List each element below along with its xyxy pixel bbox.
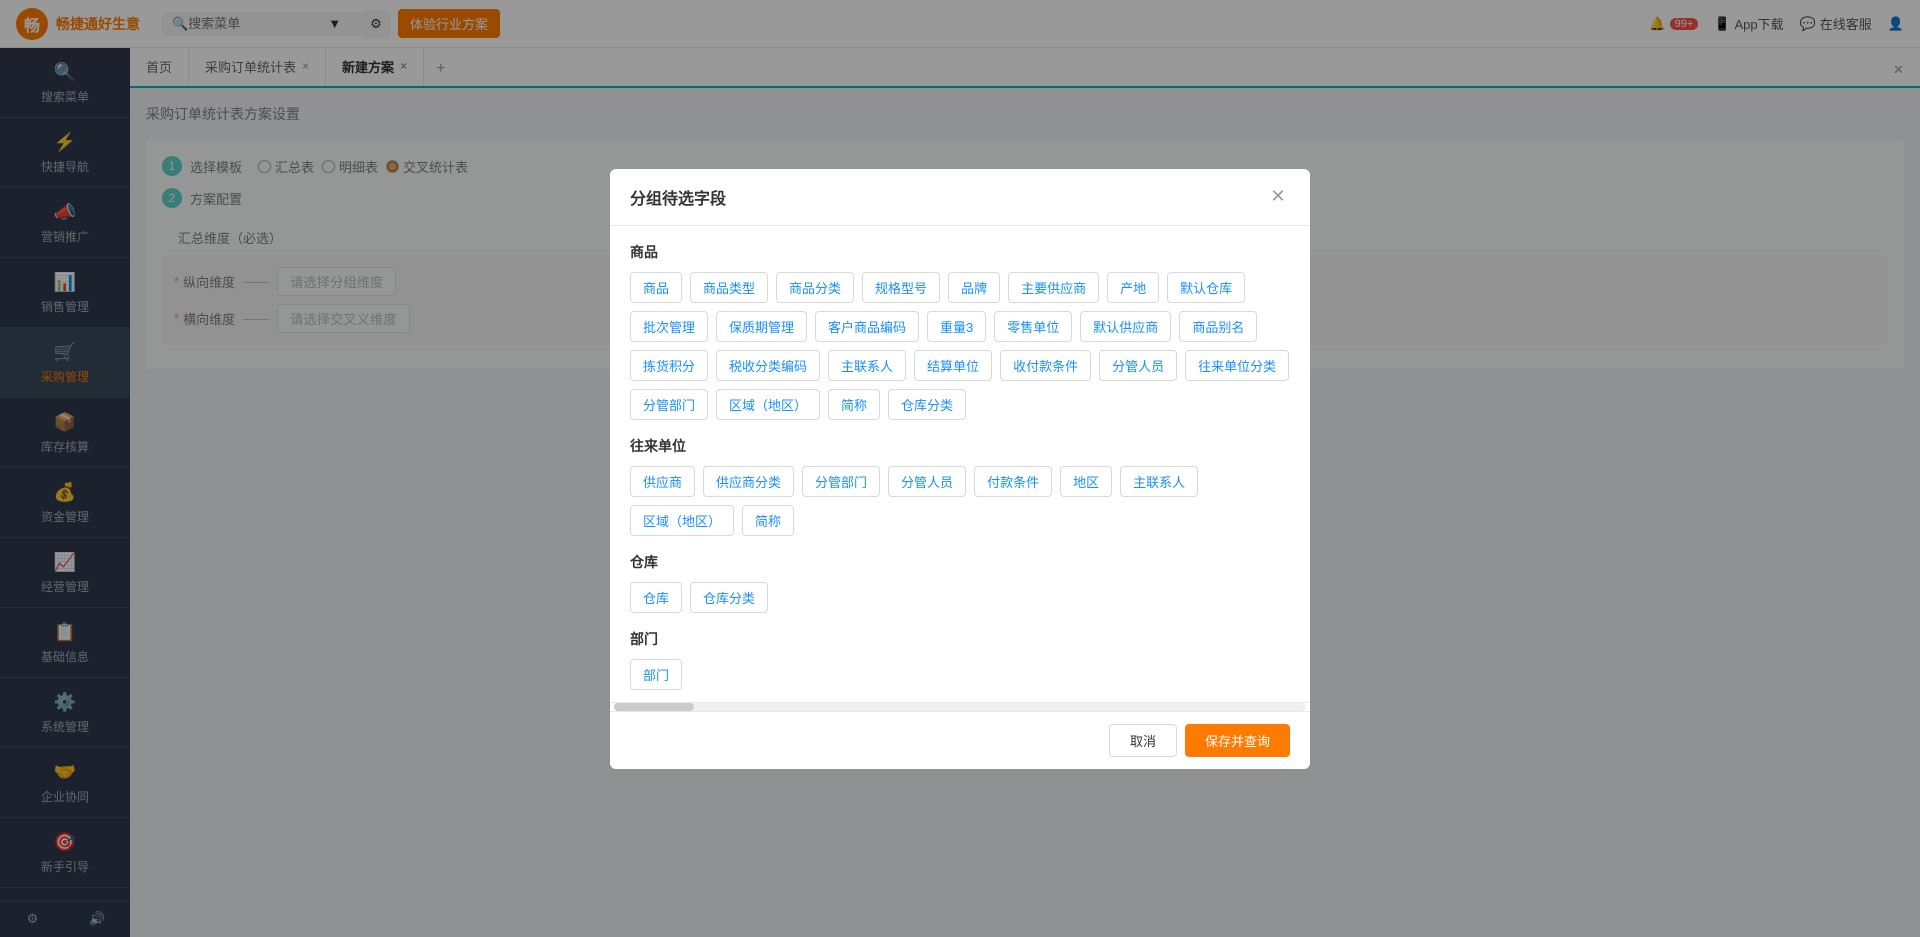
field-partner-dept[interactable]: 分管部门 [802, 466, 880, 497]
field-department[interactable]: 部门 [630, 659, 682, 690]
section-partner-fields: 供应商 供应商分类 分管部门 分管人员 付款条件 地区 主联系人 区域（地区） … [630, 466, 1290, 536]
field-supplier[interactable]: 供应商 [630, 466, 695, 497]
field-alias[interactable]: 商品别名 [1179, 311, 1257, 342]
field-region[interactable]: 区域（地区） [716, 389, 820, 420]
field-spec-model[interactable]: 规格型号 [862, 272, 940, 303]
field-short-name[interactable]: 简称 [828, 389, 880, 420]
field-warehouse-category[interactable]: 仓库分类 [888, 389, 966, 420]
field-brand[interactable]: 品牌 [948, 272, 1000, 303]
field-batch-mgmt[interactable]: 批次管理 [630, 311, 708, 342]
modal-close-btn[interactable]: ✕ [1266, 185, 1290, 209]
field-product-type[interactable]: 商品类型 [690, 272, 768, 303]
field-dept[interactable]: 分管部门 [630, 389, 708, 420]
field-main-supplier[interactable]: 主要供应商 [1008, 272, 1099, 303]
field-region2[interactable]: 区域（地区） [630, 505, 734, 536]
field-select-modal: 分组待选字段 ✕ 商品 商品 商品类型 商品分类 规格型号 品牌 主要供应商 产… [610, 169, 1310, 769]
field-settlement-unit[interactable]: 结算单位 [914, 350, 992, 381]
field-product-category[interactable]: 商品分类 [776, 272, 854, 303]
field-main-contact2[interactable]: 主联系人 [1120, 466, 1198, 497]
section-dept-title: 部门 [630, 629, 1290, 649]
section-dept-fields: 部门 [630, 659, 1290, 690]
section-warehouse-fields: 仓库 仓库分类 [630, 582, 1290, 613]
modal-horizontal-scrollbar[interactable] [610, 702, 1310, 711]
field-warehouse-cat[interactable]: 仓库分类 [690, 582, 768, 613]
section-warehouse-title: 仓库 [630, 552, 1290, 572]
field-expiry-mgmt[interactable]: 保质期管理 [716, 311, 807, 342]
field-product[interactable]: 商品 [630, 272, 682, 303]
field-pick-points[interactable]: 拣货积分 [630, 350, 708, 381]
field-tax-code[interactable]: 税收分类编码 [716, 350, 820, 381]
field-payment-terms[interactable]: 收付款条件 [1000, 350, 1091, 381]
modal-title: 分组待选字段 [630, 185, 726, 209]
field-default-supplier[interactable]: 默认供应商 [1080, 311, 1171, 342]
save-query-button[interactable]: 保存并查询 [1185, 724, 1290, 757]
field-retail-unit[interactable]: 零售单位 [994, 311, 1072, 342]
field-payment-cond[interactable]: 付款条件 [974, 466, 1052, 497]
field-area[interactable]: 地区 [1060, 466, 1112, 497]
field-weight[interactable]: 重量3 [927, 311, 986, 342]
section-product-title: 商品 [630, 242, 1290, 262]
field-partner-category[interactable]: 往来单位分类 [1185, 350, 1289, 381]
modal-overlay: 分组待选字段 ✕ 商品 商品 商品类型 商品分类 规格型号 品牌 主要供应商 产… [0, 0, 1920, 937]
field-partner-manager[interactable]: 分管人员 [888, 466, 966, 497]
section-product-fields: 商品 商品类型 商品分类 规格型号 品牌 主要供应商 产地 默认仓库 批次管理 … [630, 272, 1290, 420]
cancel-button[interactable]: 取消 [1109, 724, 1177, 757]
field-supplier-category[interactable]: 供应商分类 [703, 466, 794, 497]
modal-header: 分组待选字段 ✕ [610, 169, 1310, 226]
field-origin[interactable]: 产地 [1107, 272, 1159, 303]
field-main-contact[interactable]: 主联系人 [828, 350, 906, 381]
field-short-name2[interactable]: 简称 [742, 505, 794, 536]
modal-body[interactable]: 商品 商品 商品类型 商品分类 规格型号 品牌 主要供应商 产地 默认仓库 批次… [610, 226, 1310, 702]
section-partner-title: 往来单位 [630, 436, 1290, 456]
field-customer-code[interactable]: 客户商品编码 [815, 311, 919, 342]
field-default-warehouse[interactable]: 默认仓库 [1167, 272, 1245, 303]
field-warehouse[interactable]: 仓库 [630, 582, 682, 613]
field-manager[interactable]: 分管人员 [1099, 350, 1177, 381]
modal-footer: 取消 保存并查询 [610, 711, 1310, 769]
